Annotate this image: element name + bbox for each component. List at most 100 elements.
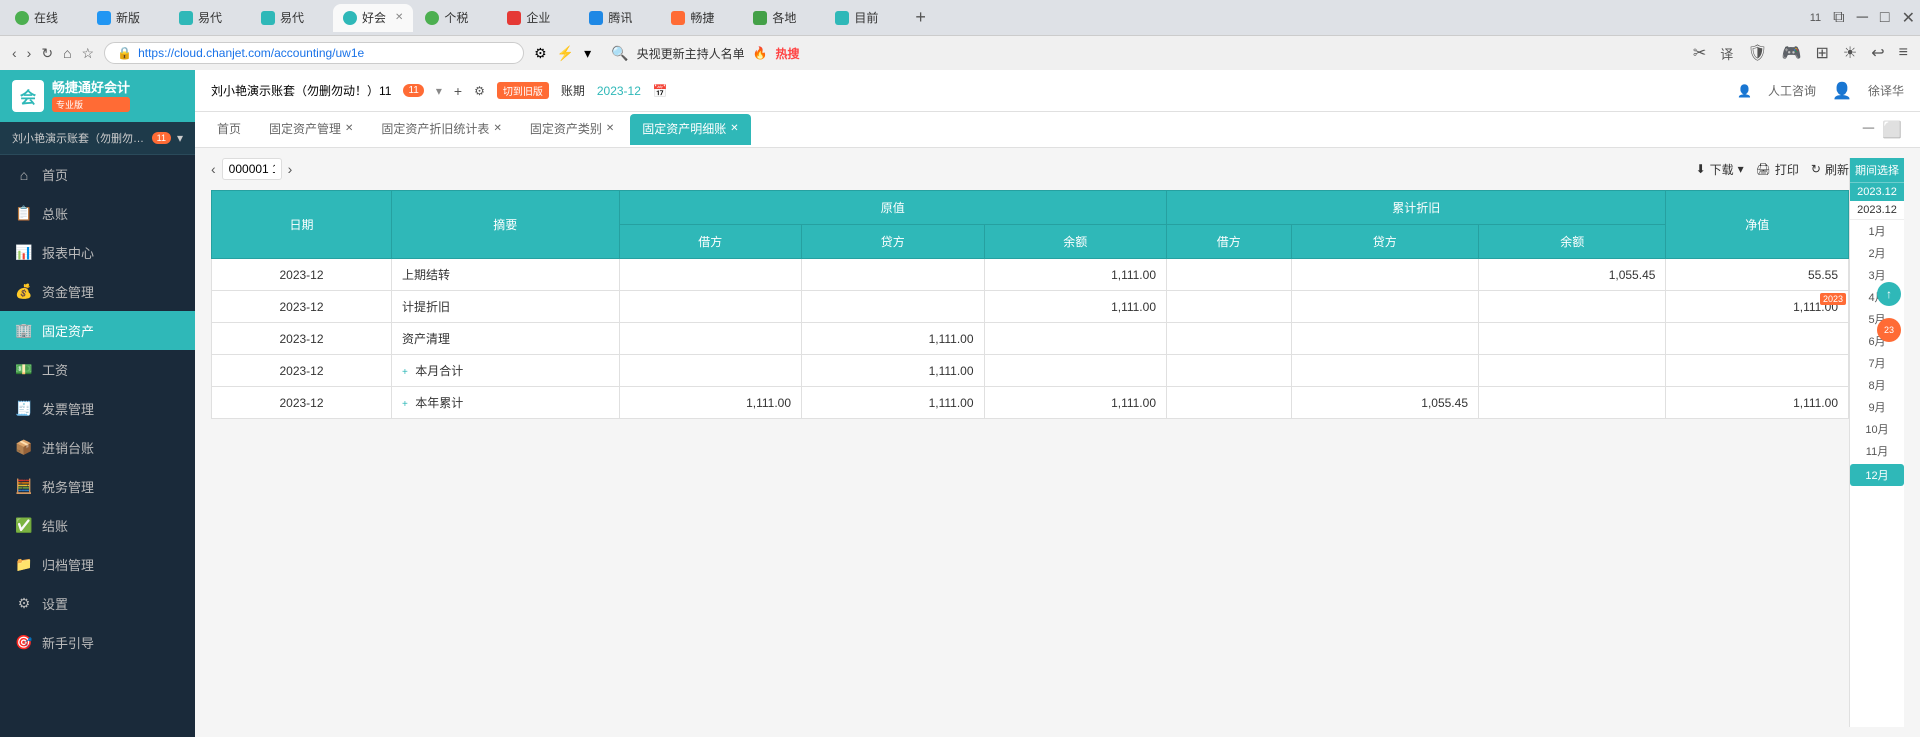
home-button[interactable]: ⌂ xyxy=(63,45,71,61)
period-item-current2[interactable]: 2023.12 xyxy=(1850,201,1904,220)
sidebar-item-reports[interactable]: 📊 报表中心 xyxy=(0,233,195,272)
row-dep-balance xyxy=(1479,323,1666,355)
top-bar-right: 👤 人工咨询 👤 徐译华 xyxy=(1737,81,1904,101)
row-orig-debit xyxy=(619,291,801,323)
refresh-icon: ↻ xyxy=(1811,162,1821,176)
search-text: 央视更新主持人名单 xyxy=(637,45,745,62)
bookmark-button[interactable]: ☆ xyxy=(82,45,95,62)
browser-tab-yidai2[interactable]: 易代 xyxy=(251,4,331,32)
extension-icon[interactable]: ⚙ xyxy=(534,45,547,62)
print-button[interactable]: 🖨 打印 xyxy=(1756,161,1799,178)
sidebar-item-purchases[interactable]: 📦 进销台账 xyxy=(0,428,195,467)
browser-tab-qiye[interactable]: 企业 xyxy=(497,4,577,32)
refresh-button[interactable]: ↻ 刷新 xyxy=(1811,161,1849,178)
tab-close-icon[interactable]: ✕ xyxy=(345,123,353,134)
sidebar-item-payroll[interactable]: 💵 工资 xyxy=(0,350,195,389)
download-dropdown-icon[interactable]: ▾ xyxy=(1738,162,1744,176)
close-window-icon[interactable]: ✕ xyxy=(1902,8,1915,28)
period-item-7[interactable]: 7月 xyxy=(1850,352,1904,374)
tab-close-icon[interactable]: ✕ xyxy=(395,12,403,23)
browser-tab-online[interactable]: 在线 xyxy=(5,4,85,32)
sidebar-item-tutorial[interactable]: 🎯 新手引导 xyxy=(0,623,195,662)
tab-home[interactable]: 首页 xyxy=(205,114,253,145)
download-button[interactable]: ⬇ 下载 ▾ xyxy=(1696,161,1744,178)
refresh-button[interactable]: ↻ xyxy=(41,45,53,62)
tab-close-icon[interactable]: ✕ xyxy=(606,123,614,134)
sidebar-item-fixed-assets[interactable]: 🏢 固定资产 xyxy=(0,311,195,350)
sidebar-item-closing[interactable]: ✅ 结账 xyxy=(0,506,195,545)
back-button[interactable]: ‹ xyxy=(12,45,17,61)
undo-icon[interactable]: ↩ xyxy=(1871,43,1884,63)
dropdown-icon[interactable]: ▾ xyxy=(584,45,591,62)
tab-close-icon[interactable]: ✕ xyxy=(730,123,738,134)
minimize-icon[interactable]: ─ xyxy=(1863,120,1874,140)
period-item-1[interactable]: 1月 xyxy=(1850,220,1904,242)
sidebar-item-finance[interactable]: 💰 资金管理 xyxy=(0,272,195,311)
translate-icon[interactable]: 译 xyxy=(1720,44,1733,63)
period-value[interactable]: 2023-12 xyxy=(597,84,641,98)
row-dep-debit xyxy=(1167,387,1292,419)
lightning-icon[interactable]: ⚡ xyxy=(557,45,574,62)
period-item-9[interactable]: 9月 xyxy=(1850,396,1904,418)
toolbar-left: ‹ › xyxy=(211,158,292,180)
period-item-12-active[interactable]: 12月 xyxy=(1850,464,1904,486)
calendar-icon[interactable]: 📅 xyxy=(653,84,668,98)
hot-search-label[interactable]: 🔥 xyxy=(753,46,768,60)
prev-page-button[interactable]: ‹ xyxy=(211,161,216,177)
period-item-current[interactable]: 2023.12 xyxy=(1850,182,1904,201)
period-item-2[interactable]: 2月 xyxy=(1850,242,1904,264)
page-number-input[interactable] xyxy=(222,158,282,180)
sidebar-item-label: 发票管理 xyxy=(42,399,94,418)
new-tab-button[interactable]: + xyxy=(907,7,934,28)
shield-icon[interactable]: 🛡 xyxy=(1747,43,1767,63)
browser-tab-tencent[interactable]: 腾讯 xyxy=(579,4,659,32)
period-item-11[interactable]: 11月 xyxy=(1850,440,1904,462)
sidebar-item-archive[interactable]: 📁 归档管理 xyxy=(0,545,195,584)
theme-icon[interactable]: ☀ xyxy=(1843,43,1857,63)
scissors-icon[interactable]: ✂ xyxy=(1693,43,1706,63)
browser-tab-gedi[interactable]: 各地 xyxy=(743,4,823,32)
sidebar-item-invoice[interactable]: 🧾 发票管理 xyxy=(0,389,195,428)
tab-depreciation-stats[interactable]: 固定资产折旧统计表 ✕ xyxy=(369,114,513,145)
sidebar-item-settings[interactable]: ⚙ 设置 xyxy=(0,584,195,623)
restore-window-icon[interactable]: ⧉ xyxy=(1833,9,1844,27)
maximize-icon[interactable]: □ xyxy=(1880,9,1890,27)
ai-consult-label[interactable]: 人工咨询 xyxy=(1768,82,1816,99)
browser-tab-geshui[interactable]: 个税 xyxy=(415,4,495,32)
ai-consult-icon: 👤 xyxy=(1737,84,1752,98)
period-item-8[interactable]: 8月 xyxy=(1850,374,1904,396)
forward-button[interactable]: › xyxy=(27,45,32,61)
browser-tab-new[interactable]: 新版 xyxy=(87,4,167,32)
sidebar-item-home[interactable]: ⌂ 首页 xyxy=(0,155,195,194)
menu-icon[interactable]: ≡ xyxy=(1899,44,1908,62)
tab-asset-detail[interactable]: 固定资产明细账 ✕ xyxy=(630,114,750,145)
next-page-button[interactable]: › xyxy=(288,161,293,177)
tab-label: 在线 xyxy=(34,9,58,26)
tab-close-icon[interactable]: ✕ xyxy=(493,123,501,134)
account-badge: 11 xyxy=(152,132,171,144)
hot-search-text[interactable]: 热搜 xyxy=(776,45,800,62)
sidebar-item-tax[interactable]: 🧮 税务管理 xyxy=(0,467,195,506)
browser-tab-haokuai[interactable]: 好会 ✕ xyxy=(333,4,413,32)
browser-tab-changjie[interactable]: 畅捷 xyxy=(661,4,741,32)
tab-asset-category[interactable]: 固定资产类别 ✕ xyxy=(518,114,626,145)
scroll-up-button[interactable]: ↑ xyxy=(1877,282,1901,306)
dropdown-btn[interactable]: ▾ xyxy=(436,84,442,98)
dropdown-arrow-icon[interactable]: ▾ xyxy=(177,131,183,145)
tab-fixed-assets-mgmt[interactable]: 固定资产管理 ✕ xyxy=(257,114,365,145)
browser-tab-yidai1[interactable]: 易代 xyxy=(169,4,249,32)
row-dep-credit xyxy=(1291,291,1478,323)
grid-icon[interactable]: ⊞ xyxy=(1816,43,1829,63)
secure-icon: 🔒 xyxy=(117,46,132,60)
address-bar[interactable]: 🔒 https://cloud.chanjet.com/accounting/u… xyxy=(104,42,524,64)
game-icon[interactable]: 🎮 xyxy=(1782,43,1802,63)
period-item-10[interactable]: 10月 xyxy=(1850,418,1904,440)
active-month-badge[interactable]: 23 xyxy=(1877,318,1901,342)
browser-tab-muqian[interactable]: 目前 xyxy=(825,4,905,32)
minimize-icon[interactable]: ─ xyxy=(1857,9,1868,27)
sidebar-item-general-ledger[interactable]: 📋 总账 xyxy=(0,194,195,233)
settings-btn[interactable]: ⚙ xyxy=(474,84,485,98)
expand-icon[interactable]: ⬜ xyxy=(1882,120,1902,140)
row-date: 2023-12 xyxy=(212,291,392,323)
add-account-btn[interactable]: + xyxy=(454,83,462,99)
